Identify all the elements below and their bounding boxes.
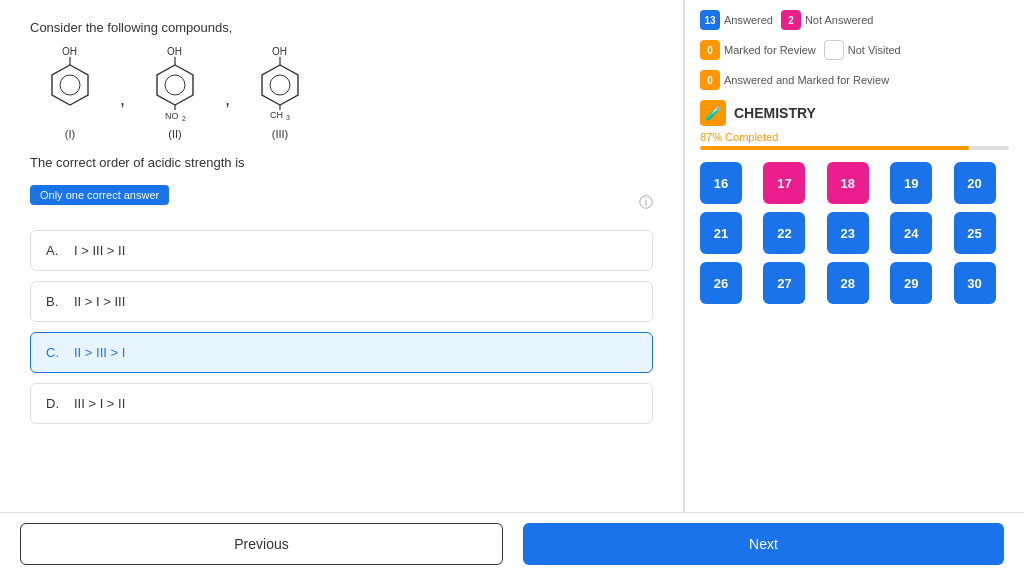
not-answered-box: 2: [781, 10, 801, 30]
q-btn-16[interactable]: 16: [700, 162, 742, 204]
q-btn-23[interactable]: 23: [827, 212, 869, 254]
q-btn-25[interactable]: 25: [954, 212, 996, 254]
section-icon: 🧪: [700, 100, 726, 126]
legend-not-answered: 2 Not Answered: [781, 10, 873, 30]
q-btn-19[interactable]: 19: [890, 162, 932, 204]
not-visited-label: Not Visited: [848, 44, 901, 56]
svg-marker-6: [157, 65, 193, 105]
legend-row3: 0 Answered and Marked for Review: [700, 70, 1009, 90]
options-list: A. I > III > II B. II > I > III C. II > …: [30, 230, 653, 424]
question-panel: Consider the following compounds, OH (I)…: [0, 0, 684, 512]
q-btn-20[interactable]: 20: [954, 162, 996, 204]
marked-box: 0: [700, 40, 720, 60]
q-btn-26[interactable]: 26: [700, 262, 742, 304]
info-icon[interactable]: ⓘ: [639, 194, 653, 212]
option-d[interactable]: D. III > I > II: [30, 383, 653, 424]
legend-row2: 0 Marked for Review Not Visited: [700, 40, 1009, 60]
marked-label: Marked for Review: [724, 44, 816, 56]
option-b-text: II > I > III: [74, 294, 125, 309]
not-visited-box: [824, 40, 844, 60]
option-a-letter: A.: [46, 243, 66, 258]
answered-label: Answered: [724, 14, 773, 26]
option-c-text: II > III > I: [74, 345, 125, 360]
progress-label: 87% Completed: [700, 131, 1009, 143]
svg-text:2: 2: [182, 115, 186, 122]
option-a-text: I > III > II: [74, 243, 125, 258]
answered-marked-label: Answered and Marked for Review: [724, 74, 889, 86]
progress-bar: [700, 146, 1009, 150]
svg-marker-2: [52, 65, 88, 105]
next-button[interactable]: Next: [523, 523, 1004, 565]
option-d-text: III > I > II: [74, 396, 125, 411]
right-panel: 13 Answered 2 Not Answered 0 Marked for …: [684, 0, 1024, 512]
question-text: Consider the following compounds,: [30, 20, 653, 35]
compound-2: OH NO 2 (II): [145, 45, 205, 140]
q-btn-24[interactable]: 24: [890, 212, 932, 254]
q-btn-30[interactable]: 30: [954, 262, 996, 304]
bottom-nav: Previous Next: [0, 512, 1024, 575]
question-grid: 16 17 18 19 20 21 22 23 24 25 26 27 28 29 30: [700, 162, 1009, 304]
q-btn-29[interactable]: 29: [890, 262, 932, 304]
progress-container: 87% Completed: [700, 131, 1009, 150]
compound-3: OH CH 3 (III): [250, 45, 310, 140]
answered-box: 13: [700, 10, 720, 30]
legend-marked: 0 Marked for Review: [700, 40, 816, 60]
answered-marked-box: 0: [700, 70, 720, 90]
q-btn-21[interactable]: 21: [700, 212, 742, 254]
answer-type-badge: Only one correct answer: [30, 185, 169, 205]
compound-1: OH (I): [40, 45, 100, 140]
question-body: The correct order of acidic strength is: [30, 155, 653, 170]
svg-text:3: 3: [286, 114, 290, 121]
svg-point-14: [270, 75, 290, 95]
svg-marker-13: [262, 65, 298, 105]
section-header: 🧪 CHEMISTRY: [700, 100, 1009, 126]
q-btn-28[interactable]: 28: [827, 262, 869, 304]
legend-answered: 13 Answered: [700, 10, 773, 30]
option-b-letter: B.: [46, 294, 66, 309]
q-btn-22[interactable]: 22: [763, 212, 805, 254]
legend-answered-marked: 0 Answered and Marked for Review: [700, 70, 889, 90]
option-b[interactable]: B. II > I > III: [30, 281, 653, 322]
legend: 13 Answered 2 Not Answered: [700, 10, 1009, 30]
comma-1: ,: [120, 89, 125, 140]
legend-not-visited: Not Visited: [824, 40, 901, 60]
q-btn-27[interactable]: 27: [763, 262, 805, 304]
svg-point-3: [60, 75, 80, 95]
comma-2: ,: [225, 89, 230, 140]
svg-point-7: [165, 75, 185, 95]
option-d-letter: D.: [46, 396, 66, 411]
svg-text:CH: CH: [270, 110, 283, 120]
compound-3-label: (III): [272, 128, 289, 140]
option-c[interactable]: C. II > III > I: [30, 332, 653, 373]
q-btn-17[interactable]: 17: [763, 162, 805, 204]
q-btn-18[interactable]: 18: [827, 162, 869, 204]
compounds-diagram: OH (I) , OH NO 2: [40, 45, 653, 140]
section-title: CHEMISTRY: [734, 105, 816, 121]
previous-button[interactable]: Previous: [20, 523, 503, 565]
not-answered-label: Not Answered: [805, 14, 873, 26]
option-a[interactable]: A. I > III > II: [30, 230, 653, 271]
svg-text:OH: OH: [62, 46, 77, 57]
compound-2-label: (II): [168, 128, 181, 140]
svg-text:OH: OH: [272, 46, 287, 57]
compound-1-label: (I): [65, 128, 75, 140]
option-c-letter: C.: [46, 345, 66, 360]
progress-fill: [700, 146, 969, 150]
svg-text:OH: OH: [167, 46, 182, 57]
svg-text:NO: NO: [165, 111, 179, 121]
